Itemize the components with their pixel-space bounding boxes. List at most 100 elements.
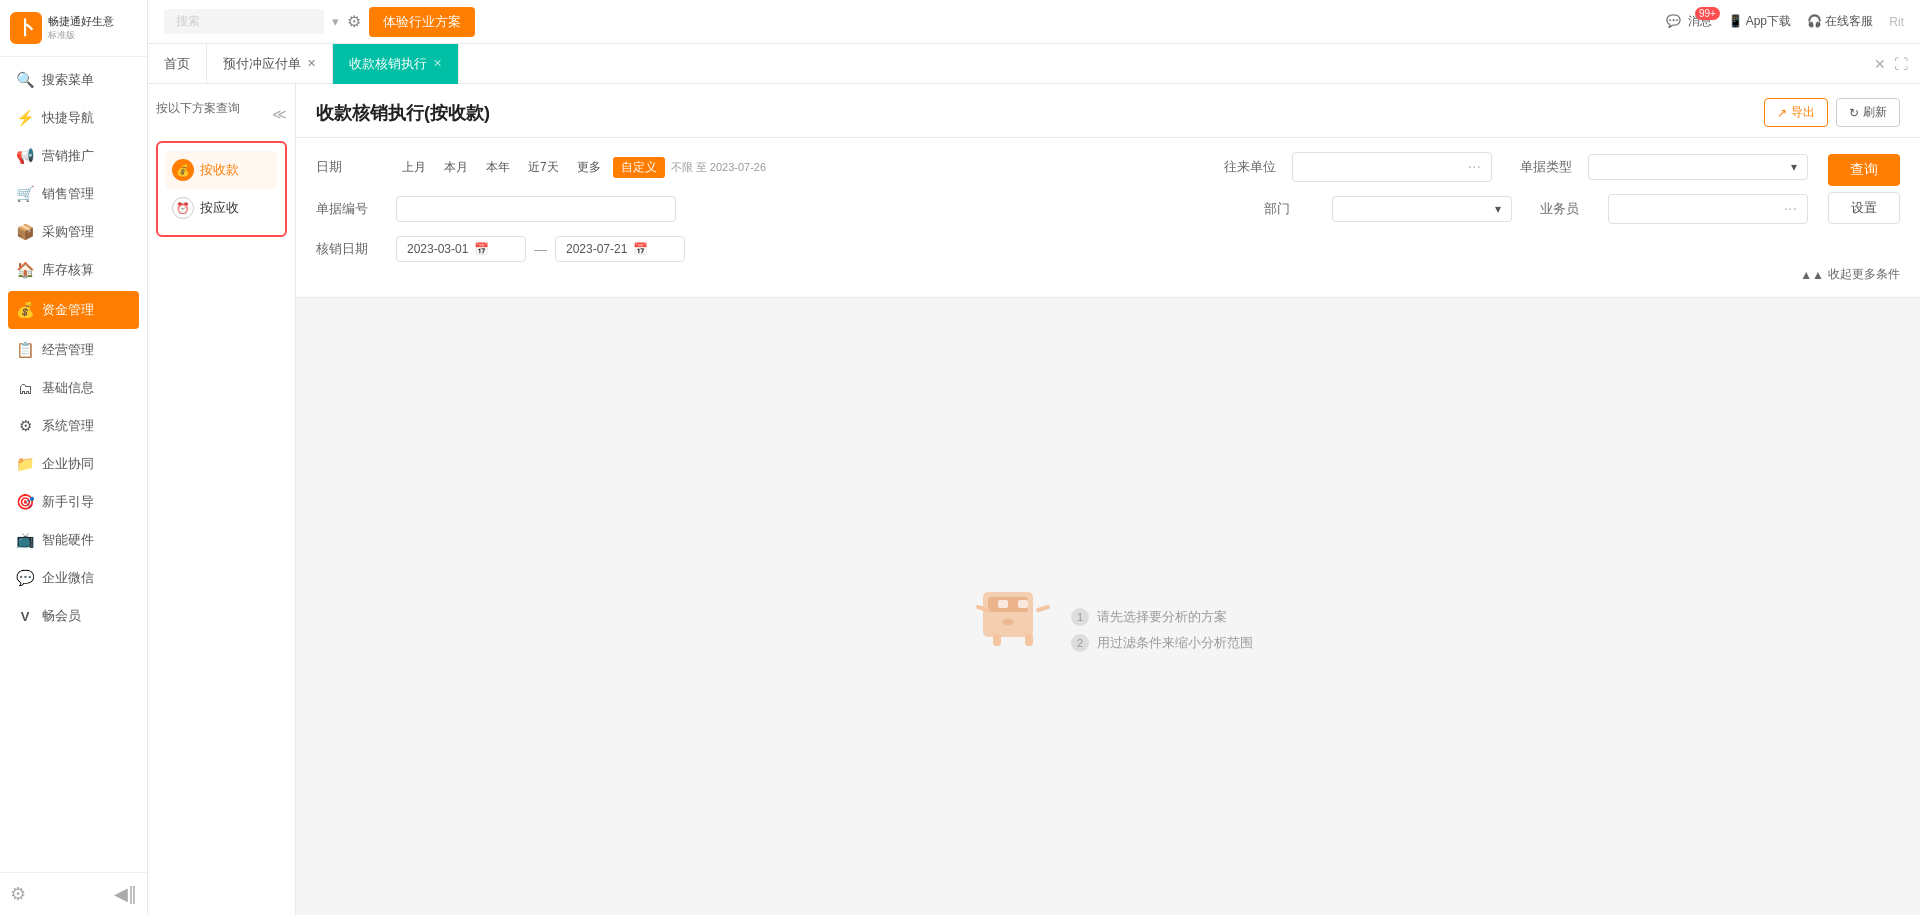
sidebar-item-label: 搜索菜单 bbox=[42, 71, 94, 89]
app-download-link[interactable]: 📱 App下载 bbox=[1728, 13, 1791, 30]
sidebar-item-search[interactable]: 🔍 搜索菜单 bbox=[0, 61, 147, 99]
sidebar-item-hardware[interactable]: 📺 智能硬件 bbox=[0, 521, 147, 559]
setting-button[interactable]: 设置 bbox=[1828, 192, 1900, 224]
sidebar-item-finance[interactable]: 💰 资金管理 bbox=[8, 291, 139, 329]
empty-hint-1: 1 请先选择要分析的方案 bbox=[1071, 608, 1253, 626]
sidebar-item-label: 营销推广 bbox=[42, 147, 94, 165]
query-actions: 查询 设置 bbox=[1828, 152, 1900, 224]
counterparty-input[interactable]: ··· bbox=[1292, 152, 1492, 182]
quick-nav-icon: ⚡ bbox=[16, 109, 34, 127]
message-badge[interactable]: 💬 99+ 消息 bbox=[1666, 13, 1712, 30]
sidebar-item-marketing[interactable]: 📢 营销推广 bbox=[0, 137, 147, 175]
query-button[interactable]: 查询 bbox=[1828, 154, 1900, 186]
tab-close-writeoff[interactable]: ✕ bbox=[433, 57, 442, 70]
date-range-separator: — bbox=[534, 242, 547, 257]
sidebar-item-quicknav[interactable]: ⚡ 快捷导航 bbox=[0, 99, 147, 137]
dept-select[interactable]: ▾ bbox=[1332, 196, 1512, 222]
filter-row-2: 单据编号 部门 ▾ 业务员 ··· bbox=[316, 194, 1808, 224]
writeoff-date-end[interactable]: 2023-07-21 📅 bbox=[555, 236, 685, 262]
topbar-dropdown-icon[interactable]: ▾ bbox=[332, 14, 339, 29]
filter-by-receivable[interactable]: ⏰ 按应收 bbox=[166, 189, 277, 227]
export-icon: ↗ bbox=[1777, 106, 1787, 120]
sidebar-item-basicinfo[interactable]: 🗂 基础信息 bbox=[0, 369, 147, 407]
salesperson-dots-icon: ··· bbox=[1784, 200, 1797, 218]
topbar: 搜索 ▾ ⚙ 体验行业方案 💬 99+ 消息 📱 App下载 🎧 在线客服 Ri… bbox=[148, 0, 1920, 44]
app-name: 畅捷通好生意 bbox=[48, 14, 114, 28]
sidebar-item-purchase[interactable]: 📦 采购管理 bbox=[0, 213, 147, 251]
sidebar-item-label: 企业协同 bbox=[42, 455, 94, 473]
solution-button[interactable]: 体验行业方案 bbox=[369, 7, 475, 37]
sidebar-item-collab[interactable]: 📁 企业协同 bbox=[0, 445, 147, 483]
sidebar-item-label: 销售管理 bbox=[42, 185, 94, 203]
salesperson-input[interactable]: ··· bbox=[1608, 194, 1808, 224]
writeoff-date-start[interactable]: 2023-03-01 📅 bbox=[396, 236, 526, 262]
svg-rect-3 bbox=[1018, 600, 1028, 608]
salesperson-label: 业务员 bbox=[1540, 200, 1600, 218]
tab-home[interactable]: 首页 bbox=[148, 44, 207, 84]
sidebar-navigation: 🔍 搜索菜单 ⚡ 快捷导航 📢 营销推广 🛒 销售管理 📦 采购管理 🏠 库存核… bbox=[0, 57, 147, 872]
logo-text-block: 畅捷通好生意 标准版 bbox=[48, 14, 114, 41]
svg-line-8 bbox=[1038, 607, 1048, 610]
svg-rect-2 bbox=[998, 600, 1008, 608]
customer-service-link[interactable]: 🎧 在线客服 bbox=[1807, 13, 1873, 30]
date-last-month[interactable]: 上月 bbox=[396, 157, 432, 178]
inventory-icon: 🏠 bbox=[16, 261, 34, 279]
marketing-icon: 📢 bbox=[16, 147, 34, 165]
sidebar-item-inventory[interactable]: 🏠 库存核算 bbox=[0, 251, 147, 289]
empty-illustration: 1 请先选择要分析的方案 2 用过滤条件来缩小分析范围 bbox=[963, 562, 1253, 652]
calendar-end-icon: 📅 bbox=[633, 242, 648, 256]
collab-icon: 📁 bbox=[16, 455, 34, 473]
topbar-search-box: 搜索 bbox=[164, 9, 324, 34]
filter-by-receipt[interactable]: 💰 按收款 bbox=[166, 151, 277, 189]
date-this-year[interactable]: 本年 bbox=[480, 157, 516, 178]
sidebar-footer: ⚙ ◀‖ bbox=[0, 872, 147, 915]
hardware-icon: 📺 bbox=[16, 531, 34, 549]
date-options: 上月 本月 本年 近7天 更多 自定义 不限 至 2023-07-26 bbox=[396, 157, 766, 178]
sidebar-item-operations[interactable]: 📋 经营管理 bbox=[0, 331, 147, 369]
date-7days[interactable]: 近7天 bbox=[522, 157, 565, 178]
writeoff-date-label: 核销日期 bbox=[316, 240, 376, 258]
close-window-icon[interactable]: ✕ bbox=[1874, 56, 1886, 72]
user-name[interactable]: Rit bbox=[1889, 15, 1904, 29]
empty-hints: 1 请先选择要分析的方案 2 用过滤条件来缩小分析范围 bbox=[1071, 608, 1253, 652]
collapse-filter-btn[interactable]: ≪ bbox=[271, 106, 287, 122]
sidebar-item-label: 智能硬件 bbox=[42, 531, 94, 549]
filter-sidebar: 按以下方案查询 ≪ 💰 按收款 ⏰ 按应收 bbox=[148, 84, 296, 915]
tab-close-prepay[interactable]: ✕ bbox=[307, 57, 316, 70]
sidebar-item-system[interactable]: ⚙ 系统管理 bbox=[0, 407, 147, 445]
date-custom[interactable]: 自定义 bbox=[613, 157, 665, 178]
writeoff-date-range: 2023-03-01 📅 — 2023-07-21 📅 bbox=[396, 236, 685, 262]
message-icon: 💬 bbox=[1666, 14, 1681, 28]
search-menu-icon: 🔍 bbox=[16, 71, 34, 89]
sidebar-item-label: 经营管理 bbox=[42, 341, 94, 359]
export-button[interactable]: ↗ 导出 bbox=[1764, 98, 1828, 127]
basicinfo-icon: 🗂 bbox=[16, 380, 34, 397]
filter-form: 日期 上月 本月 本年 近7天 更多 自定义 不限 至 2023-07-26 bbox=[296, 138, 1920, 298]
refresh-button[interactable]: ↻ 刷新 bbox=[1836, 98, 1900, 127]
sales-icon: 🛒 bbox=[16, 185, 34, 203]
sidebar-item-wechat[interactable]: 💬 企业微信 bbox=[0, 559, 147, 597]
sidebar-item-guide[interactable]: 🎯 新手引导 bbox=[0, 483, 147, 521]
tab-prepay[interactable]: 预付冲应付单 ✕ bbox=[207, 44, 333, 84]
date-this-month[interactable]: 本月 bbox=[438, 157, 474, 178]
tab-writeoff[interactable]: 收款核销执行 ✕ bbox=[333, 44, 459, 84]
sidebar-item-member[interactable]: V 畅会员 bbox=[0, 597, 147, 635]
settings-icon[interactable]: ⚙ bbox=[10, 883, 26, 905]
receipt-type-select[interactable]: ▾ bbox=[1588, 154, 1808, 180]
collapse-sidebar-icon[interactable]: ◀‖ bbox=[114, 883, 137, 905]
app-badge: 标准版 bbox=[48, 29, 114, 42]
maximize-window-icon[interactable]: ⛶ bbox=[1894, 56, 1908, 72]
dept-dropdown-icon: ▾ bbox=[1495, 202, 1501, 216]
logo-icon: 卜 bbox=[10, 12, 42, 44]
date-more[interactable]: 更多 bbox=[571, 157, 607, 178]
receipt-no-input[interactable] bbox=[396, 196, 676, 222]
wechat-icon: 💬 bbox=[16, 569, 34, 587]
collapse-up-icon: ▲▲ bbox=[1800, 268, 1824, 282]
tab-window-controls: ✕ ⛶ bbox=[1874, 56, 1920, 72]
collapse-more-conditions[interactable]: ▲▲ 收起更多条件 bbox=[316, 262, 1900, 283]
topbar-gear-icon[interactable]: ⚙ bbox=[347, 12, 361, 31]
sidebar-item-sales[interactable]: 🛒 销售管理 bbox=[0, 175, 147, 213]
message-count: 99+ bbox=[1695, 7, 1720, 20]
svg-rect-6 bbox=[1025, 634, 1033, 646]
tabbar: 首页 预付冲应付单 ✕ 收款核销执行 ✕ ✕ ⛶ bbox=[148, 44, 1920, 84]
